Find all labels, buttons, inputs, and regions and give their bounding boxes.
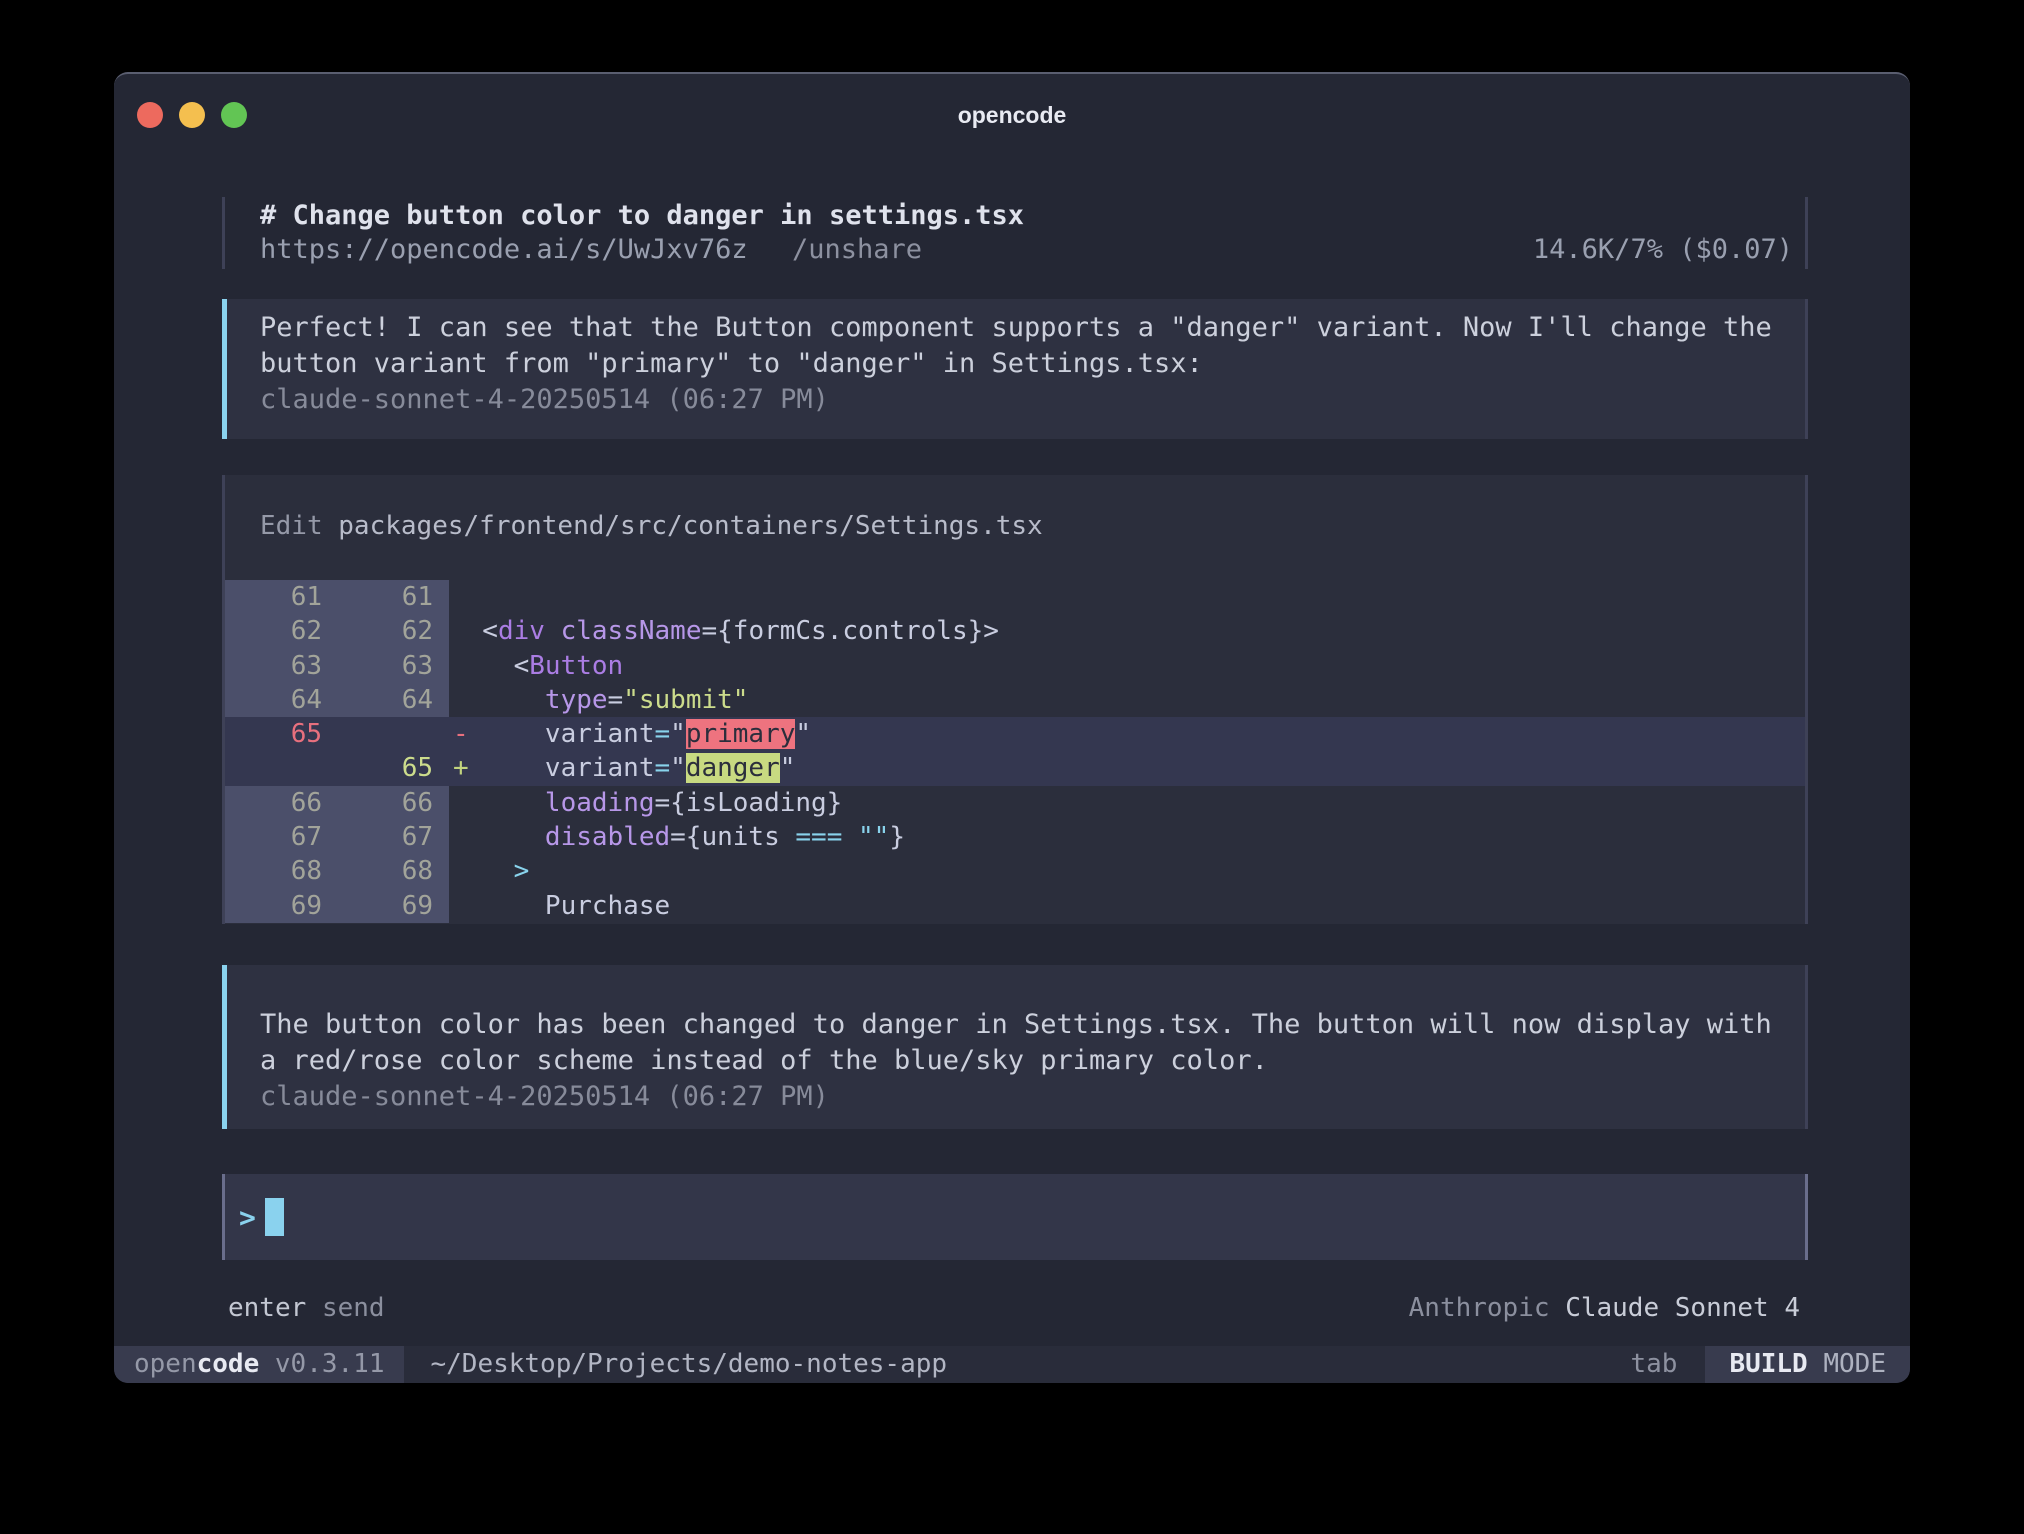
edit-file-path: packages/frontend/src/containers/Setting…	[338, 511, 1042, 541]
diff-row: 6363 <Button	[225, 649, 1805, 683]
diff-row: 6767 disabled={units === ""}	[225, 820, 1805, 854]
diff-row: 6868 >	[225, 854, 1805, 888]
send-hint-key: enter	[228, 1293, 306, 1323]
terminal-window: opencode # Change button color to danger…	[114, 72, 1910, 1383]
provider-name: Anthropic	[1409, 1293, 1550, 1323]
message-line: The button color has been changed to dan…	[260, 1007, 1805, 1043]
diff-row: 6666 loading={isLoading}	[225, 786, 1805, 820]
diff-row: 6969 Purchase	[225, 889, 1805, 923]
diff-row: 6262 <div className={formCs.controls}>	[225, 614, 1805, 648]
share-url-group: https://opencode.ai/s/UwJxv76z /unshare	[260, 233, 922, 267]
message-line: Perfect! I can see that the Button compo…	[260, 310, 1805, 346]
message-meta: claude-sonnet-4-20250514 (06:27 PM)	[260, 1079, 1805, 1115]
working-directory: ~/Desktop/Projects/demo-notes-app	[430, 1346, 1630, 1383]
diff-row: 65- variant="primary"	[225, 717, 1805, 751]
unshare-command-hint: /unshare	[792, 234, 922, 265]
status-bar: opencode v0.3.11 ~/Desktop/Projects/demo…	[114, 1346, 1910, 1383]
edit-tool-header: Edit packages/frontend/src/containers/Se…	[225, 475, 1805, 543]
prompt-input[interactable]: >	[222, 1174, 1808, 1260]
mode-chip: BUILD MODE	[1705, 1346, 1910, 1383]
mode-label-rest: MODE	[1823, 1349, 1886, 1379]
token-usage: 14.6K/7% ($0.07)	[1533, 233, 1793, 267]
diff-marker: +	[453, 751, 469, 785]
app-name-dim: open	[134, 1349, 197, 1379]
session-header: # Change button color to danger in setti…	[222, 197, 1808, 269]
window-titlebar: opencode	[114, 74, 1910, 134]
session-header-row2: https://opencode.ai/s/UwJxv76z /unshare …	[260, 233, 1793, 267]
assistant-message: The button color has been changed to dan…	[222, 965, 1808, 1129]
message-meta: claude-sonnet-4-20250514 (06:27 PM)	[260, 382, 1805, 418]
diff-marker: -	[453, 717, 469, 751]
edit-tool-block: Edit packages/frontend/src/containers/Se…	[222, 475, 1808, 924]
window-title: opencode	[114, 102, 1910, 129]
assistant-message: Perfect! I can see that the Button compo…	[222, 299, 1808, 439]
model-name: Claude Sonnet 4	[1565, 1293, 1800, 1323]
message-line: a red/rose color scheme instead of the b…	[260, 1043, 1805, 1079]
send-hint: enter send	[228, 1293, 385, 1323]
send-hint-action: send	[322, 1293, 385, 1323]
edit-action-label: Edit	[260, 511, 323, 541]
message-line: button variant from "primary" to "danger…	[260, 346, 1805, 382]
mode-label-bold: BUILD	[1729, 1349, 1807, 1379]
diff-row: 65+ variant="danger"	[225, 751, 1805, 785]
session-title: # Change button color to danger in setti…	[260, 199, 1793, 233]
app-version: v0.3.11	[275, 1349, 385, 1379]
app-version-chip: opencode v0.3.11	[114, 1346, 404, 1383]
model-indicator: Anthropic Claude Sonnet 4	[1409, 1293, 1800, 1323]
text-cursor	[265, 1198, 284, 1236]
app-name-bold: code	[197, 1349, 260, 1379]
diff-rows: 61616262 <div className={formCs.controls…	[225, 580, 1805, 923]
diff-row: 6161	[225, 580, 1805, 614]
prompt-symbol: >	[239, 1201, 256, 1234]
mode-switch-key-hint: tab	[1630, 1346, 1677, 1383]
share-url-link[interactable]: https://opencode.ai/s/UwJxv76z	[260, 234, 748, 265]
hint-row: enter send Anthropic Claude Sonnet 4	[222, 1287, 1808, 1329]
diff-row: 6464 type="submit"	[225, 683, 1805, 717]
